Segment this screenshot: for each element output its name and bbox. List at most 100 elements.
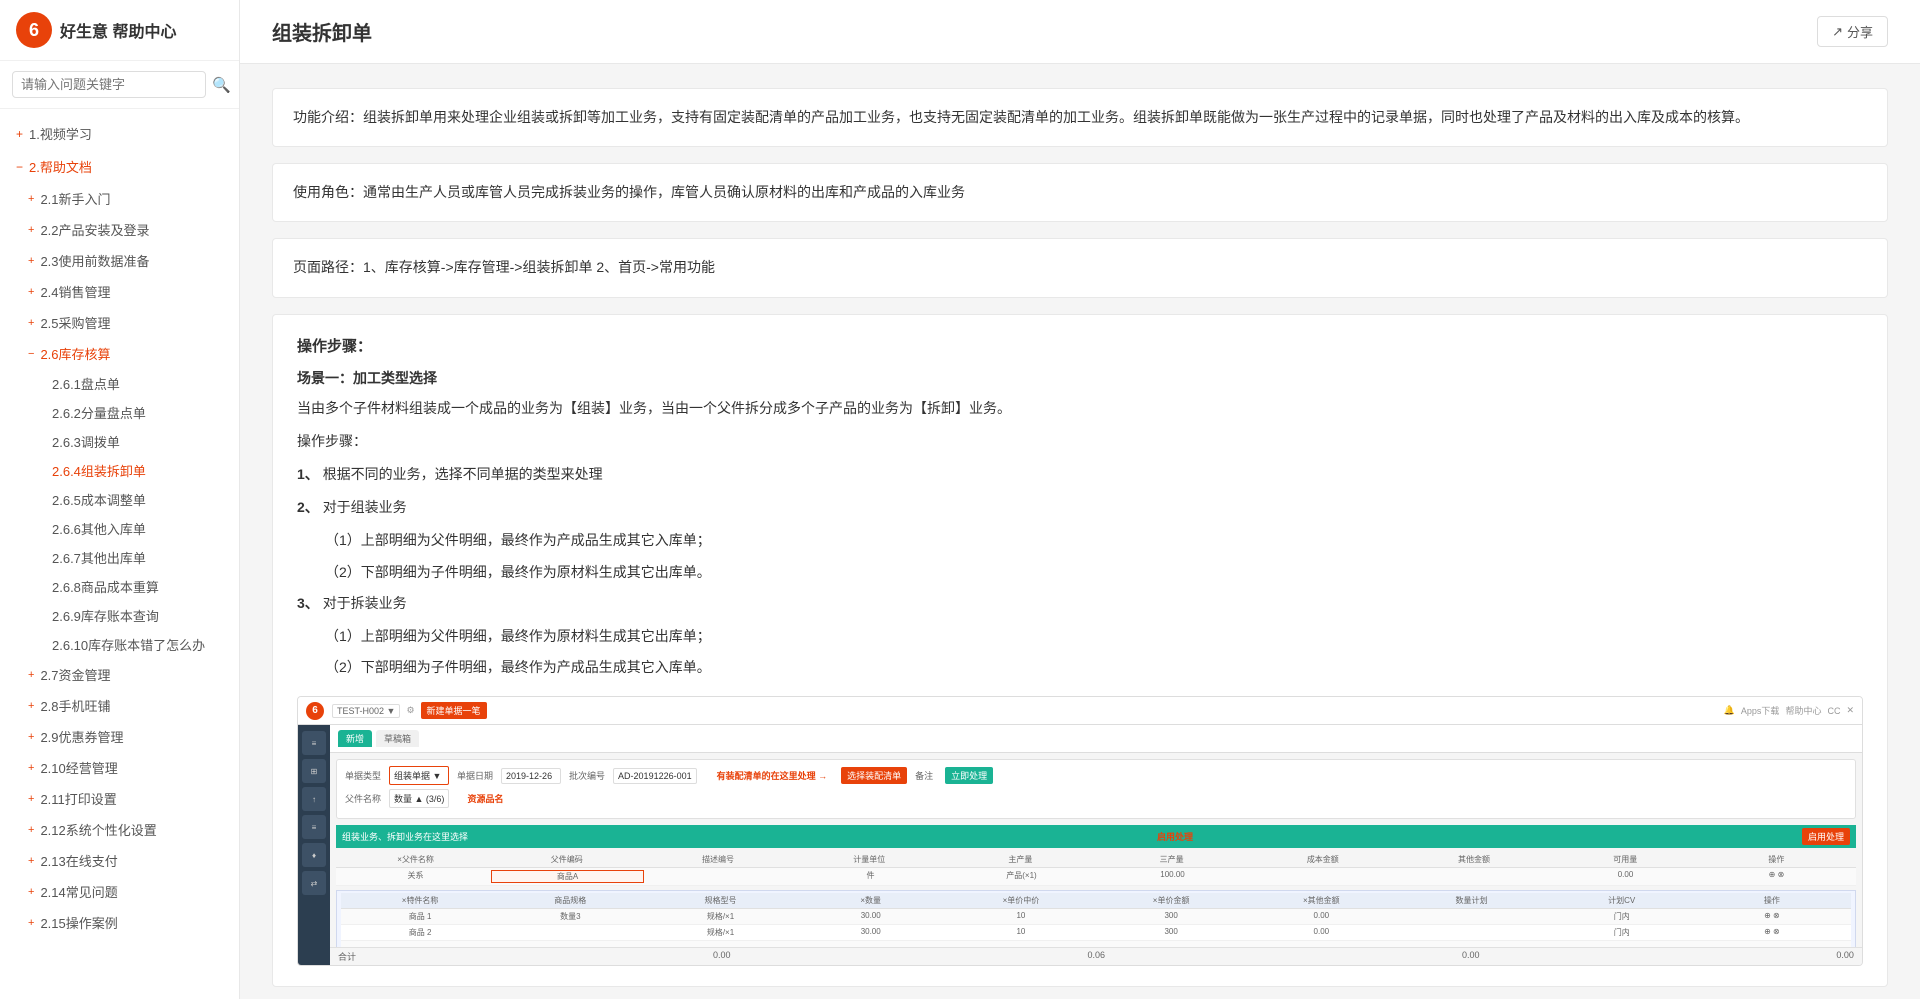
page-title: 组装拆卸单 — [272, 17, 372, 46]
mock-form-row-2: 父件名称 数量 ▲ (3/6) 资源品名 — [345, 789, 1847, 808]
mock-footer-totals: 合计 0.00 0.06 0.00 0.00 — [330, 947, 1862, 965]
sidebar-item-video[interactable]: + 1.视频学习 — [0, 117, 239, 150]
mock-company-select: TEST-H002 ▼ — [332, 704, 400, 718]
sidebar-item-new-user[interactable]: + 2.1新手入门 — [28, 183, 239, 214]
mock-tab-new: 新增 — [338, 730, 372, 747]
mock-tab-draft: 草稿箱 — [376, 730, 419, 747]
sidebar-item-mobile[interactable]: + 2.8手机旺铺 — [28, 690, 239, 721]
expand-icon-23: + — [28, 255, 34, 267]
mock-form-row-1: 单据类型 组装单据 ▼ 单据日期 2019-12-26 批次编号 AD-2019… — [345, 766, 1847, 785]
mock-table-header: ×父件名称 父件编码 描述编号 计量单位 主产量 三产量 成本金额 其他金额 可… — [336, 852, 1856, 868]
sidebar-item-stock-split[interactable]: 2.6.2分量盘点单 — [44, 398, 239, 427]
expand-icon-25: + — [28, 317, 34, 329]
mock-ui: 6 TEST-H002 ▼ ⚙ 新建单据一笔 🔔 Apps下载 帮助中心 CC … — [298, 697, 1862, 965]
mock-topbar-mid: TEST-H002 ▼ ⚙ 新建单据一笔 — [332, 702, 1716, 719]
mock-process-btn: 启用处理 — [1802, 828, 1850, 845]
sidebar-item-install[interactable]: + 2.2产品安装及登录 — [28, 214, 239, 245]
expand-icon-27: + — [28, 669, 34, 681]
mock-main-area: 新增 草稿箱 单据类型 组装单据 ▼ 单据日期 2019-12-26 批次编号 — [330, 725, 1862, 965]
breadcrumb-card: 页面路径：1、库存核算->库存管理->组装拆卸单 2、首页->常用功能 — [272, 238, 1888, 297]
sidebar: 6 好生意 帮助中心 🔍 + 1.视频学习 − 2.帮助文档 + 2.1新手入门… — [0, 0, 240, 999]
mock-form: 单据类型 组装单据 ▼ 单据日期 2019-12-26 批次编号 AD-2019… — [336, 759, 1856, 819]
mock-sub-table-header: ×特件名称 商品规格 规格型号 ×数量 ×单价中价 ×单价金额 ×其他金额 数量… — [341, 893, 1851, 909]
expand-icon-215: + — [28, 917, 34, 929]
sidebar-item-transfer[interactable]: 2.6.3调拨单 — [44, 427, 239, 456]
breadcrumb-text: 页面路径：1、库存核算->库存管理->组装拆卸单 2、首页->常用功能 — [293, 259, 715, 275]
expand-icon-24: + — [28, 286, 34, 298]
sidebar-item-stock-query[interactable]: 2.6.9库存账本查询 — [44, 601, 239, 630]
sidebar-item-data-prep[interactable]: + 2.3使用前数据准备 — [28, 245, 239, 276]
share-button[interactable]: ↗ 分享 — [1817, 16, 1888, 47]
sidebar-item-personalize[interactable]: + 2.12系统个性化设置 — [28, 814, 239, 845]
nav-tree: + 1.视频学习 − 2.帮助文档 + 2.1新手入门 + 2.2产品安装及登录… — [0, 109, 239, 946]
mock-topbar: 6 TEST-H002 ▼ ⚙ 新建单据一笔 🔔 Apps下载 帮助中心 CC … — [298, 697, 1862, 725]
expand-icon-210: + — [28, 762, 34, 774]
share-icon: ↗ — [1832, 24, 1843, 40]
sidebar-item-other-out[interactable]: 2.6.7其他出库单 — [44, 543, 239, 572]
sidebar-item-sales[interactable]: + 2.4销售管理 — [28, 276, 239, 307]
sidebar-item-finance[interactable]: + 2.7资金管理 — [28, 659, 239, 690]
search-input[interactable] — [12, 71, 206, 98]
sidebar-item-help-docs[interactable]: − 2.帮助文档 — [0, 150, 239, 183]
sidebar-item-inventory[interactable]: − 2.6库存核算 — [28, 338, 239, 369]
sidebar-item-other-in[interactable]: 2.6.6其他入库单 — [44, 514, 239, 543]
step-1: 1、 根据不同的业务，选择不同单据的类型来处理 — [297, 462, 1863, 487]
step-2-sub-1: （1）上部明细为父件明细，最终作为产成品生成其它入库单； — [325, 528, 1863, 553]
annotation-process: 启用处理 — [1157, 830, 1193, 843]
intro-card: 功能介绍：组装拆卸单用来处理企业组装或拆卸等加工业务，支持有固定装配清单的产品加… — [272, 88, 1888, 147]
expand-icon-212: + — [28, 824, 34, 836]
steps-section: 操作步骤： 场景一：加工类型选择 当由多个子件材料组装成一个成品的业务为【组装】… — [272, 314, 1888, 988]
expand-icon: + — [16, 127, 23, 141]
search-button[interactable]: 🔍 — [212, 76, 231, 94]
search-box: 🔍 — [0, 61, 239, 109]
table-row: 商品 2 规格/×1 30.00 10 300 0.00 门内 ⊕ ⊗ — [341, 925, 1851, 941]
expand-icon-2: − — [16, 160, 23, 174]
sidebar-item-purchase[interactable]: + 2.5采购管理 — [28, 307, 239, 338]
table-row: 商品 1 数量3 规格/×1 30.00 10 300 0.00 门内 ⊕ ⊗ — [341, 909, 1851, 925]
sidebar-item-management[interactable]: + 2.10经营管理 — [28, 752, 239, 783]
mock-select-assembly-btn: 选择装配清单 — [841, 767, 907, 784]
expand-icon-214: + — [28, 886, 34, 898]
expand-icon-28: + — [28, 700, 34, 712]
sidebar-item-faq[interactable]: + 2.14常见问题 — [28, 876, 239, 907]
mock-nav-icon-2: ⊞ — [302, 759, 326, 783]
app-logo: 6 — [16, 12, 52, 48]
app-name: 好生意 帮助中心 — [60, 18, 176, 42]
mock-topbar-right: 🔔 Apps下载 帮助中心 CC ✕ — [1724, 704, 1854, 717]
expand-icon-211: + — [28, 793, 34, 805]
mock-section-wrapper: 组装业务、拆卸业务在这里选择 启用处理 启用处理 — [336, 825, 1856, 848]
expand-icon-213: + — [28, 855, 34, 867]
sidebar-item-online-pay[interactable]: + 2.13在线支付 — [28, 845, 239, 876]
sidebar-item-stock-error[interactable]: 2.6.10库存账本错了怎么办 — [44, 630, 239, 659]
mock-new-order-btn: 新建单据一笔 — [421, 702, 487, 719]
expand-icon-21: + — [28, 193, 34, 205]
expand-icon-26: − — [28, 348, 34, 360]
sidebar-item-stocktake[interactable]: 2.6.1盘点单 — [44, 369, 239, 398]
sidebar-item-cases[interactable]: + 2.15操作案例 — [28, 907, 239, 938]
sidebar-item-cost-adjust[interactable]: 2.6.5成本调整单 — [44, 485, 239, 514]
mock-setting-icon: ⚙ — [406, 705, 414, 716]
sidebar-item-label: 1.视频学习 — [29, 124, 92, 143]
sidebar-item-label: 2.帮助文档 — [29, 157, 92, 176]
mock-nav-icon-3: ↑ — [302, 787, 326, 811]
step-3-sub-1: （1）上部明细为父件明细，最终作为原材料生成其它出库单； — [325, 624, 1863, 649]
annotation-resource: 资源品名 — [467, 792, 503, 805]
steps-label: 操作步骤： — [297, 429, 1863, 454]
sidebar-item-coupon[interactable]: + 2.9优惠券管理 — [28, 721, 239, 752]
inventory-children: 2.6.1盘点单 2.6.2分量盘点单 2.6.3调拨单 2.6.4组装拆卸单 … — [28, 369, 239, 659]
mock-save-btn: 立即处理 — [945, 767, 993, 784]
mock-nav-icon-6: ⇄ — [302, 871, 326, 895]
table-row: 关系 商品A 件 产品(×1) 100.00 0.00 ⊕ ⊗ — [336, 868, 1856, 886]
main-header: 组装拆卸单 ↗ 分享 — [240, 0, 1920, 64]
role-text: 使用角色：通常由生产人员或库管人员完成拆装业务的操作，库管人员确认原材料的出库和… — [293, 184, 965, 200]
mock-nav-icon-5: ♦ — [302, 843, 326, 867]
scene-title: 场景一：加工类型选择 — [297, 368, 1863, 388]
mock-tabs: 新增 草稿箱 — [330, 725, 1862, 753]
annotation-assembly: 有装配清单的在这里处理 → — [717, 769, 828, 782]
role-card: 使用角色：通常由生产人员或库管人员完成拆装业务的操作，库管人员确认原材料的出库和… — [272, 163, 1888, 222]
sidebar-item-cost-recalc[interactable]: 2.6.8商品成本重算 — [44, 572, 239, 601]
sidebar-item-print[interactable]: + 2.11打印设置 — [28, 783, 239, 814]
sidebar-item-assembly[interactable]: 2.6.4组装拆卸单 — [44, 456, 239, 485]
mock-nav-icon-1: ≡ — [302, 731, 326, 755]
step-2: 2、 对于组装业务 — [297, 495, 1863, 520]
